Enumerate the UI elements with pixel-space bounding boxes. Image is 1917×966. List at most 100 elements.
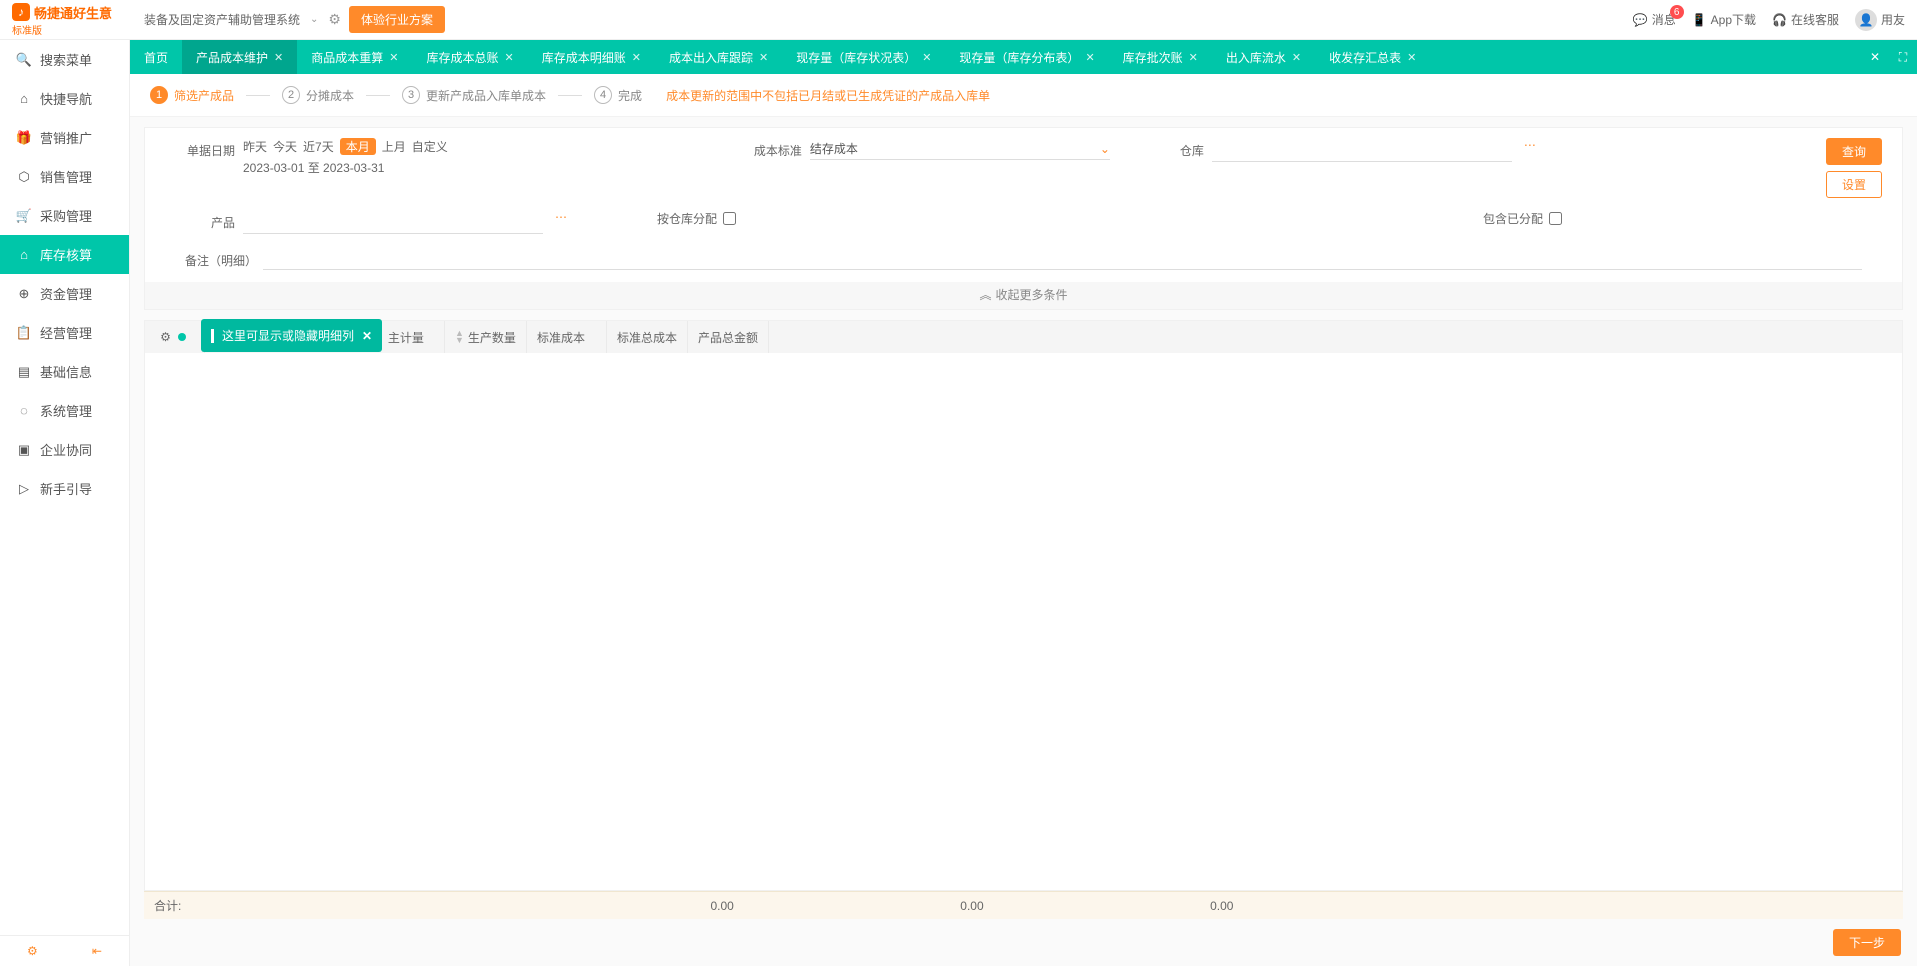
sidebar-item-3[interactable]: ⬡销售管理 xyxy=(0,157,129,196)
gear-icon: ⚙ xyxy=(160,330,171,344)
close-all-tabs-icon[interactable]: ✕ xyxy=(1861,50,1889,64)
sidebar-icon: ▷ xyxy=(16,481,32,497)
headset-icon: 🎧 xyxy=(1772,13,1787,27)
messages-link[interactable]: 💬 消息 6 xyxy=(1633,11,1676,28)
step-1: 1 筛选产成品 xyxy=(150,86,234,104)
date-quick-近7天[interactable]: 近7天 xyxy=(303,138,334,155)
fullscreen-icon[interactable]: ⛶ xyxy=(1889,50,1917,65)
sidebar-item-11[interactable]: ▷新手引导 xyxy=(0,469,129,508)
sidebar-item-7[interactable]: 📋经营管理 xyxy=(0,313,129,352)
step-3: 3更新产成品入库单成本 xyxy=(402,86,546,104)
next-step-button[interactable]: 下一步 xyxy=(1833,929,1901,956)
close-icon[interactable]: ✕ xyxy=(362,329,372,343)
sidebar-item-2[interactable]: 🎁营销推广 xyxy=(0,118,129,157)
tab-3[interactable]: 库存成本总账✕ xyxy=(412,40,527,74)
sidebar-item-9[interactable]: ◌系统管理 xyxy=(0,391,129,430)
tab-9[interactable]: 出入库流水✕ xyxy=(1212,40,1315,74)
tab-label: 现存量（库存状况表） xyxy=(796,49,916,66)
close-icon[interactable]: ✕ xyxy=(1189,51,1198,64)
tab-bar: 首页产品成本维护✕商品成本重算✕库存成本总账✕库存成本明细账✕成本出入库跟踪✕现… xyxy=(130,40,1917,74)
filter-panel: 单据日期 昨天今天近7天本月上月自定义 2023-03-01 至 2023-03… xyxy=(144,127,1903,310)
warehouse-more-icon[interactable]: ⋯ xyxy=(1520,138,1542,152)
tab-1[interactable]: 产品成本维护✕ xyxy=(182,40,297,74)
settings-icon[interactable]: ⚙ xyxy=(27,944,38,958)
warehouse-input[interactable] xyxy=(1212,138,1512,162)
column-header-1[interactable]: ▲▼生产数量 xyxy=(445,321,527,353)
tab-7[interactable]: 现存量（库存分布表）✕ xyxy=(945,40,1108,74)
tab-label: 商品成本重算 xyxy=(311,49,383,66)
tab-0[interactable]: 首页 xyxy=(130,40,182,74)
column-header-4[interactable]: 产品总金额 xyxy=(688,321,769,353)
tab-2[interactable]: 商品成本重算 ✕ xyxy=(297,40,412,74)
close-icon[interactable]: ✕ xyxy=(389,51,398,64)
product-input[interactable] xyxy=(243,210,543,234)
sidebar-icon: ⬡ xyxy=(16,169,32,185)
step-separator xyxy=(558,95,582,96)
total-val-3: 0.00 xyxy=(1024,899,1274,913)
sidebar-icon: 🔍 xyxy=(16,52,32,68)
close-icon[interactable]: ✕ xyxy=(1407,51,1416,64)
sidebar-item-0[interactable]: 🔍搜索菜单 xyxy=(0,40,129,79)
close-icon[interactable]: ✕ xyxy=(1292,51,1301,64)
sidebar-item-10[interactable]: ▣企业协同 xyxy=(0,430,129,469)
date-quick-上月[interactable]: 上月 xyxy=(382,138,406,155)
user-menu[interactable]: 👤 用友 xyxy=(1855,9,1905,31)
close-icon[interactable]: ✕ xyxy=(1085,51,1094,64)
tab-8[interactable]: 库存批次账✕ xyxy=(1109,40,1212,74)
tab-5[interactable]: 成本出入库跟踪✕ xyxy=(655,40,782,74)
date-range-text: 2023-03-01 至 2023-03-31 xyxy=(243,159,448,176)
sort-icon: ▲▼ xyxy=(455,330,464,344)
online-service-link[interactable]: 🎧 在线客服 xyxy=(1772,11,1839,28)
product-more-icon[interactable]: ⋯ xyxy=(551,210,573,224)
step-label: 筛选产成品 xyxy=(174,87,234,104)
close-icon[interactable]: ✕ xyxy=(274,51,283,64)
close-icon[interactable]: ✕ xyxy=(922,51,931,64)
column-hint-bubble: 这里可显示或隐藏明细列 ✕ xyxy=(201,319,382,352)
brand-text: 畅捷通好生意 xyxy=(34,3,112,22)
app-download-link[interactable]: 📱 App下载 xyxy=(1692,11,1756,28)
close-icon[interactable]: ✕ xyxy=(505,51,514,64)
sidebar-item-label: 营销推广 xyxy=(40,128,92,147)
cost-std-select[interactable]: 结存成本 ⌄ xyxy=(810,138,1110,160)
sidebar-item-label: 快捷导航 xyxy=(40,89,92,108)
alloc-by-wh-checkbox[interactable] xyxy=(723,212,736,225)
sidebar-item-label: 经营管理 xyxy=(40,323,92,342)
step-label: 分摊成本 xyxy=(306,87,354,104)
close-icon[interactable]: ✕ xyxy=(759,51,768,64)
step-number: 4 xyxy=(594,86,612,104)
system-select[interactable]: 装备及固定资产辅助管理系统 ⌄ xyxy=(144,11,318,28)
sidebar-item-4[interactable]: 🛒采购管理 xyxy=(0,196,129,235)
sidebar-item-label: 企业协同 xyxy=(40,440,92,459)
tab-10[interactable]: 收发存汇总表✕ xyxy=(1315,40,1430,74)
steps-bar: 1筛选产成品2分摊成本3更新产成品入库单成本4完成成本更新的范围中不包括已月结或… xyxy=(130,74,1917,117)
sidebar-item-1[interactable]: ⌂快捷导航 xyxy=(0,79,129,118)
sidebar-item-8[interactable]: ▤基础信息 xyxy=(0,352,129,391)
date-quick-自定义[interactable]: 自定义 xyxy=(412,138,448,155)
date-quick-本月[interactable]: 本月 xyxy=(340,138,376,155)
remark-input[interactable] xyxy=(263,246,1862,270)
table-body-empty xyxy=(145,353,1902,890)
close-icon[interactable]: ✕ xyxy=(632,51,641,64)
sidebar-item-6[interactable]: ⊕资金管理 xyxy=(0,274,129,313)
column-header-3[interactable]: 标准总成本 xyxy=(607,321,688,353)
collapse-label: 收起更多条件 xyxy=(996,286,1068,303)
settings-button[interactable]: 设置 xyxy=(1826,171,1882,198)
step-number: 3 xyxy=(402,86,420,104)
industry-plan-button[interactable]: 体验行业方案 xyxy=(349,6,445,33)
collapse-sidebar-icon[interactable]: ⇤ xyxy=(92,944,102,958)
column-settings-cell[interactable]: ⚙ 这里可显示或隐藏明细列 ✕ xyxy=(145,321,205,353)
step-number: 1 xyxy=(150,86,168,104)
data-table: ⚙ 这里可显示或隐藏明细列 ✕ ▲▼主计量▲▼生产数量标准成本标准总成本产品总金… xyxy=(144,320,1903,891)
app-label: App下载 xyxy=(1711,11,1756,28)
collapse-filters-button[interactable]: ︽ 收起更多条件 xyxy=(145,282,1902,309)
query-button[interactable]: 查询 xyxy=(1826,138,1882,165)
tab-4[interactable]: 库存成本明细账✕ xyxy=(528,40,655,74)
sidebar-item-5[interactable]: ⌂库存核算 xyxy=(0,235,129,274)
date-quick-今天[interactable]: 今天 xyxy=(273,138,297,155)
tab-6[interactable]: 现存量（库存状况表） ✕ xyxy=(782,40,945,74)
include-alloc-checkbox[interactable] xyxy=(1549,212,1562,225)
date-quick-昨天[interactable]: 昨天 xyxy=(243,138,267,155)
column-header-2[interactable]: 标准成本 xyxy=(527,321,607,353)
gear-icon[interactable]: ⚙ xyxy=(328,11,341,28)
steps-note: 成本更新的范围中不包括已月结或已生成凭证的产成品入库单 xyxy=(666,87,990,104)
